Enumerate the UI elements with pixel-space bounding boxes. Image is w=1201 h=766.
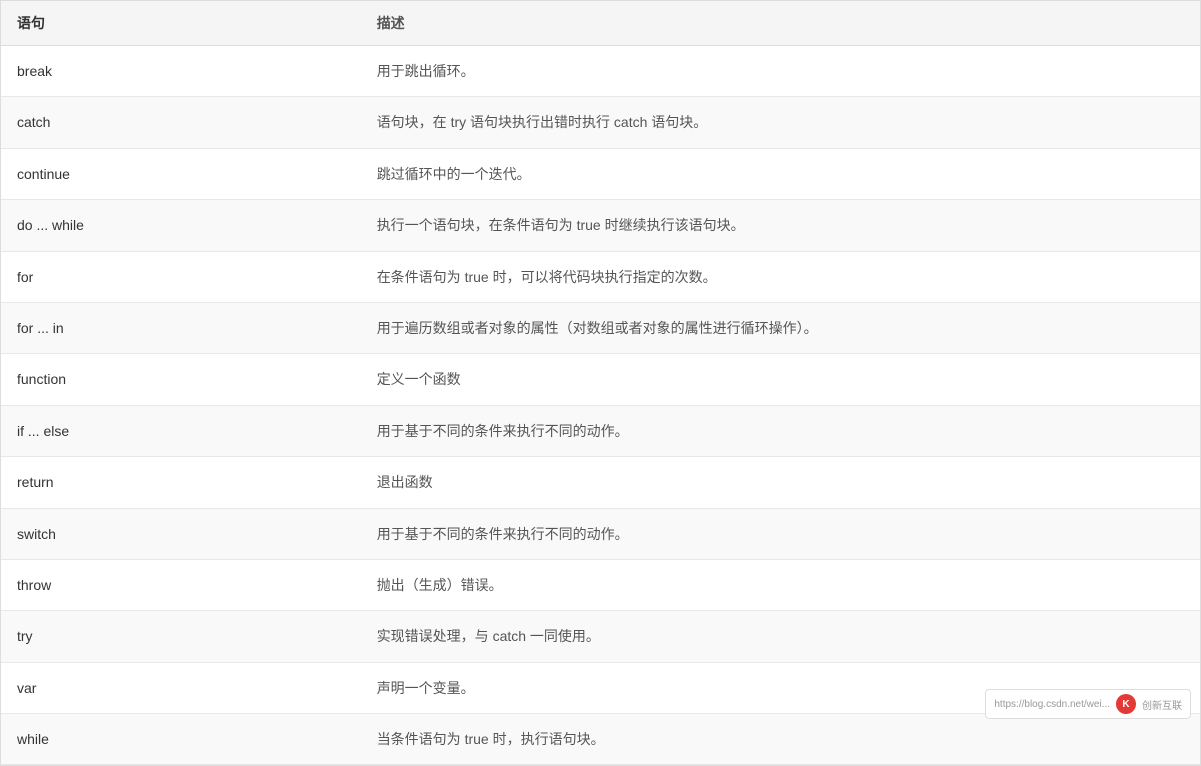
statement-cell: switch (1, 508, 361, 559)
header-row: 语句 描述 (1, 1, 1200, 46)
watermark-brand: 创新互联 (1142, 697, 1182, 712)
description-cell: 退出函数 (361, 457, 1200, 508)
statement-cell: var (1, 662, 361, 713)
statement-cell: continue (1, 148, 361, 199)
statement-cell: try (1, 611, 361, 662)
description-cell: 在条件语句为 true 时，可以将代码块执行指定的次数。 (361, 251, 1200, 302)
table-body: break用于跳出循环。catch语句块，在 try 语句块执行出错时执行 ca… (1, 46, 1200, 765)
table-row: function定义一个函数 (1, 354, 1200, 405)
statement-cell: while (1, 714, 361, 765)
statement-cell: return (1, 457, 361, 508)
description-cell: 用于遍历数组或者对象的属性（对数组或者对象的属性进行循环操作）。 (361, 302, 1200, 353)
statement-cell: catch (1, 97, 361, 148)
statement-cell: throw (1, 559, 361, 610)
description-cell: 抛出（生成）错误。 (361, 559, 1200, 610)
table-row: break用于跳出循环。 (1, 46, 1200, 97)
watermark-logo: K (1116, 694, 1136, 714)
table-row: throw抛出（生成）错误。 (1, 559, 1200, 610)
table-row: if ... else用于基于不同的条件来执行不同的动作。 (1, 405, 1200, 456)
header-description: 描述 (361, 1, 1200, 46)
statement-cell: for ... in (1, 302, 361, 353)
statement-cell: function (1, 354, 361, 405)
table-row: switch用于基于不同的条件来执行不同的动作。 (1, 508, 1200, 559)
main-table-container: 语句 描述 break用于跳出循环。catch语句块，在 try 语句块执行出错… (0, 0, 1201, 766)
description-cell: 当条件语句为 true 时，执行语句块。 (361, 714, 1200, 765)
description-cell: 语句块，在 try 语句块执行出错时执行 catch 语句块。 (361, 97, 1200, 148)
table-row: do ... while执行一个语句块，在条件语句为 true 时继续执行该语句… (1, 200, 1200, 251)
statement-cell: break (1, 46, 361, 97)
header-statement: 语句 (1, 1, 361, 46)
statement-cell: do ... while (1, 200, 361, 251)
description-cell: 跳过循环中的一个迭代。 (361, 148, 1200, 199)
watermark-url: https://blog.csdn.net/wei... (994, 699, 1110, 710)
watermark: https://blog.csdn.net/wei... K 创新互联 (985, 689, 1191, 719)
statements-table: 语句 描述 break用于跳出循环。catch语句块，在 try 语句块执行出错… (1, 1, 1200, 765)
description-cell: 用于跳出循环。 (361, 46, 1200, 97)
statement-cell: if ... else (1, 405, 361, 456)
table-row: continue跳过循环中的一个迭代。 (1, 148, 1200, 199)
description-cell: 定义一个函数 (361, 354, 1200, 405)
table-row: try实现错误处理，与 catch 一同使用。 (1, 611, 1200, 662)
description-cell: 实现错误处理，与 catch 一同使用。 (361, 611, 1200, 662)
table-row: catch语句块，在 try 语句块执行出错时执行 catch 语句块。 (1, 97, 1200, 148)
statement-cell: for (1, 251, 361, 302)
table-row: for在条件语句为 true 时，可以将代码块执行指定的次数。 (1, 251, 1200, 302)
table-row: return退出函数 (1, 457, 1200, 508)
description-cell: 执行一个语句块，在条件语句为 true 时继续执行该语句块。 (361, 200, 1200, 251)
description-cell: 用于基于不同的条件来执行不同的动作。 (361, 405, 1200, 456)
table-row: while当条件语句为 true 时，执行语句块。 (1, 714, 1200, 765)
table-row: for ... in用于遍历数组或者对象的属性（对数组或者对象的属性进行循环操作… (1, 302, 1200, 353)
table-header: 语句 描述 (1, 1, 1200, 46)
description-cell: 用于基于不同的条件来执行不同的动作。 (361, 508, 1200, 559)
